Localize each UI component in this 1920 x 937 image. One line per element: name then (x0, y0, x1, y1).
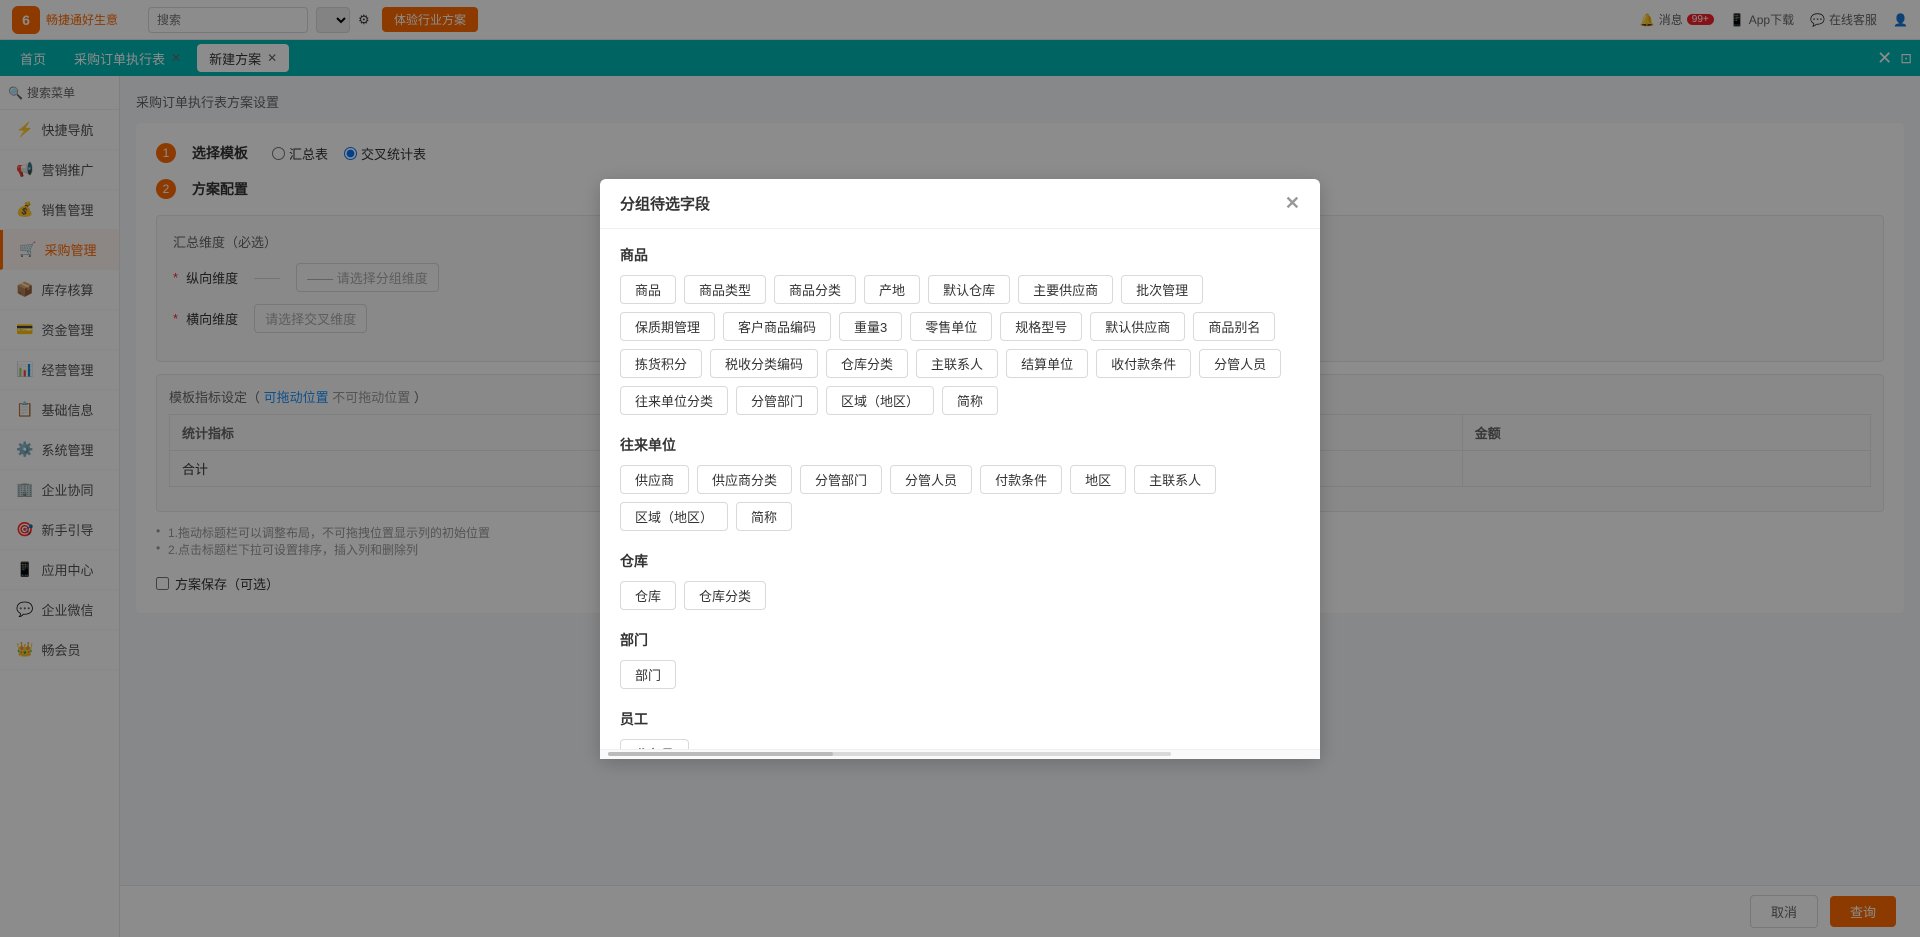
chip-customer-code[interactable]: 客户商品编码 (723, 312, 831, 341)
chip-partner-dept[interactable]: 分管部门 (800, 465, 882, 494)
chip-payment-terms[interactable]: 收付款条件 (1096, 349, 1191, 378)
chip-payment-condition[interactable]: 付款条件 (980, 465, 1062, 494)
chip-warehouse-cat[interactable]: 仓库分类 (684, 581, 766, 610)
modal-header: 分组待选字段 ✕ (600, 179, 1320, 229)
field-section-partner-title: 往来单位 (620, 435, 1300, 455)
warehouse-chips: 仓库 仓库分类 (620, 581, 1300, 610)
chip-department[interactable]: 部门 (620, 660, 676, 689)
partner-chips: 供应商 供应商分类 分管部门 分管人员 付款条件 地区 主联系人 区域（地区） … (620, 465, 1300, 531)
field-section-partner: 往来单位 供应商 供应商分类 分管部门 分管人员 付款条件 地区 主联系人 区域… (620, 435, 1300, 531)
chip-main-contact[interactable]: 主联系人 (916, 349, 998, 378)
chip-warehouse-category[interactable]: 仓库分类 (826, 349, 908, 378)
chip-pick-points[interactable]: 拣货积分 (620, 349, 702, 378)
field-section-warehouse-title: 仓库 (620, 551, 1300, 571)
chip-spec-model[interactable]: 规格型号 (1000, 312, 1082, 341)
chip-supplier[interactable]: 供应商 (620, 465, 689, 494)
chip-goods-category[interactable]: 商品分类 (774, 275, 856, 304)
chip-region[interactable]: 区域（地区） (826, 386, 934, 415)
chip-supervisor[interactable]: 分管人员 (1199, 349, 1281, 378)
chip-goods-alias[interactable]: 商品别名 (1193, 312, 1275, 341)
chip-origin[interactable]: 产地 (864, 275, 920, 304)
chip-short-name[interactable]: 简称 (942, 386, 998, 415)
chip-area[interactable]: 地区 (1070, 465, 1126, 494)
chip-retail-unit[interactable]: 零售单位 (910, 312, 992, 341)
modal-close-button[interactable]: ✕ (1285, 193, 1300, 214)
chip-default-supplier[interactable]: 默认供应商 (1090, 312, 1185, 341)
chip-partner-region[interactable]: 区域（地区） (620, 502, 728, 531)
employee-chips: 业务员 (620, 739, 1300, 750)
modal-hscroll[interactable] (600, 749, 1320, 758)
modal-overlay: 分组待选字段 ✕ 商品 商品 商品类型 商品分类 产地 默认仓库 主要供应商 批… (0, 0, 1920, 937)
chip-weight3[interactable]: 重量3 (839, 312, 902, 341)
department-chips: 部门 (620, 660, 1300, 689)
chip-supplier-category[interactable]: 供应商分类 (697, 465, 792, 494)
field-section-department: 部门 部门 (620, 630, 1300, 689)
chip-partner-contact[interactable]: 主联系人 (1134, 465, 1216, 494)
chip-warehouse[interactable]: 仓库 (620, 581, 676, 610)
goods-chips: 商品 商品类型 商品分类 产地 默认仓库 主要供应商 批次管理 保质期管理 客户… (620, 275, 1300, 415)
chip-main-supplier[interactable]: 主要供应商 (1018, 275, 1113, 304)
field-section-goods: 商品 商品 商品类型 商品分类 产地 默认仓库 主要供应商 批次管理 保质期管理… (620, 245, 1300, 415)
field-section-department-title: 部门 (620, 630, 1300, 650)
field-section-goods-title: 商品 (620, 245, 1300, 265)
chip-goods[interactable]: 商品 (620, 275, 676, 304)
chip-partner-short[interactable]: 简称 (736, 502, 792, 531)
modal-title: 分组待选字段 (620, 193, 710, 214)
chip-expiry-mgmt[interactable]: 保质期管理 (620, 312, 715, 341)
field-section-employee: 员工 业务员 (620, 709, 1300, 750)
chip-settlement-unit[interactable]: 结算单位 (1006, 349, 1088, 378)
chip-partner-supervisor[interactable]: 分管人员 (890, 465, 972, 494)
chip-batch-mgmt[interactable]: 批次管理 (1121, 275, 1203, 304)
chip-salesperson[interactable]: 业务员 (620, 739, 689, 750)
chip-dept[interactable]: 分管部门 (736, 386, 818, 415)
chip-partner-category[interactable]: 往来单位分类 (620, 386, 728, 415)
field-section-employee-title: 员工 (620, 709, 1300, 729)
chip-goods-type[interactable]: 商品类型 (684, 275, 766, 304)
chip-tax-code[interactable]: 税收分类编码 (710, 349, 818, 378)
modal: 分组待选字段 ✕ 商品 商品 商品类型 商品分类 产地 默认仓库 主要供应商 批… (600, 179, 1320, 759)
chip-default-warehouse[interactable]: 默认仓库 (928, 275, 1010, 304)
modal-body: 商品 商品 商品类型 商品分类 产地 默认仓库 主要供应商 批次管理 保质期管理… (600, 229, 1320, 750)
field-section-warehouse: 仓库 仓库 仓库分类 (620, 551, 1300, 610)
